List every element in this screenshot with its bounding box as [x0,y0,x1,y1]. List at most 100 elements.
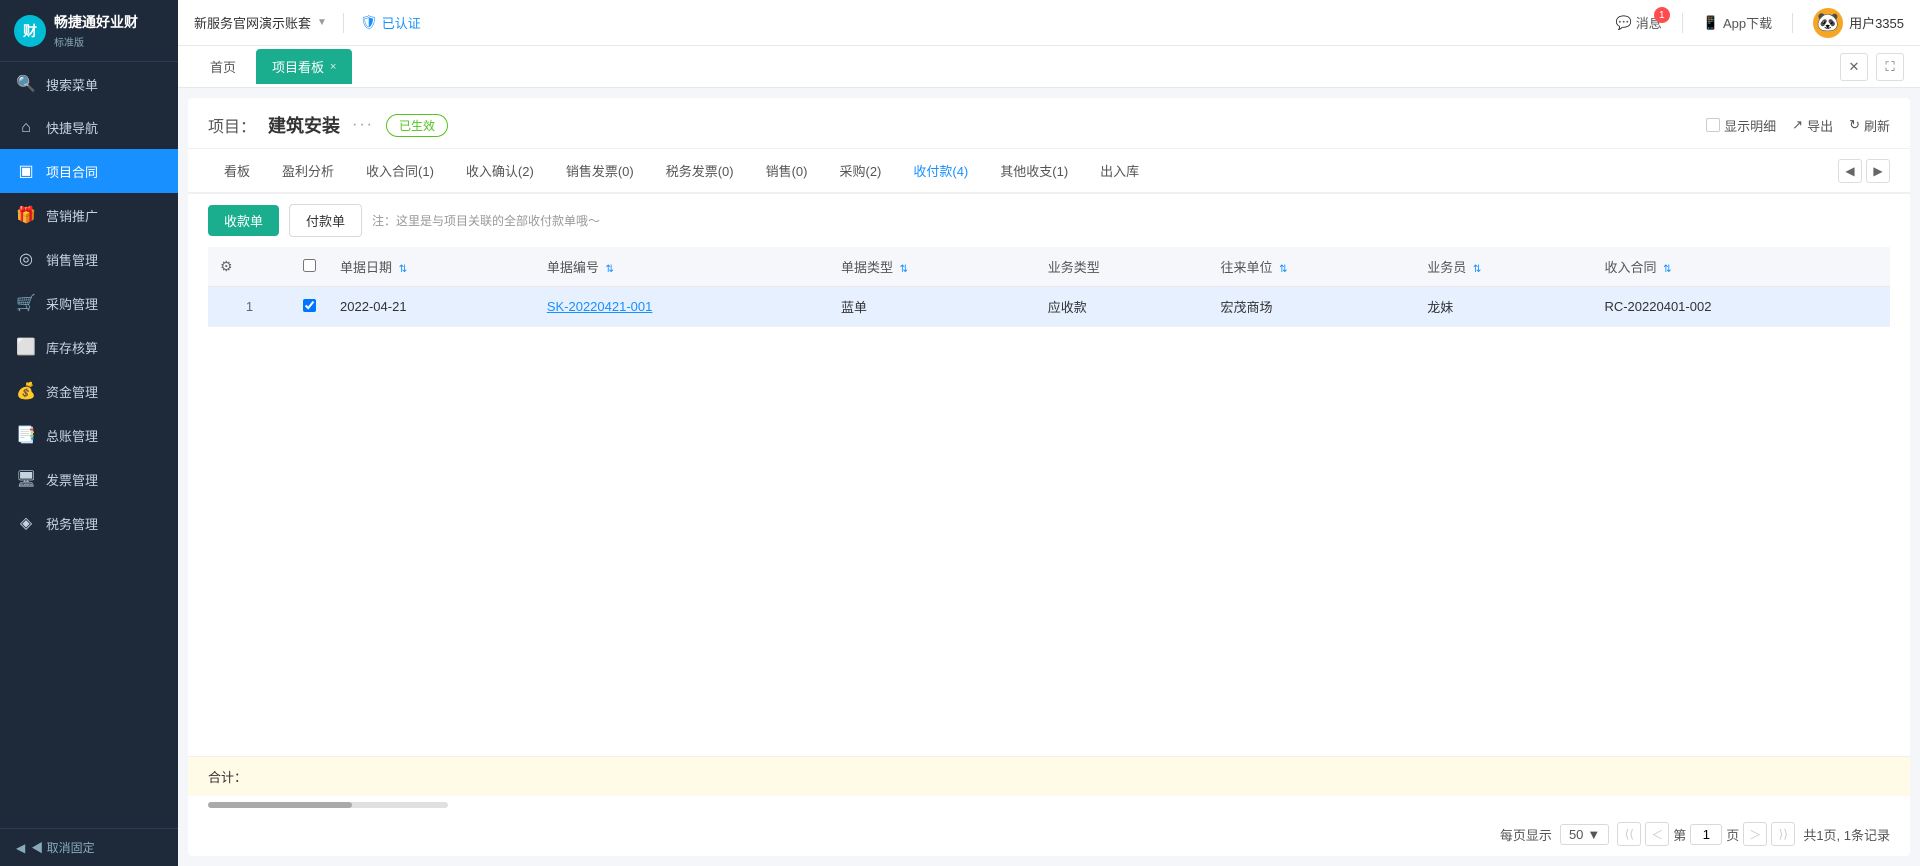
sort-icon-salesperson[interactable]: ⇅ [1473,264,1481,275]
column-settings-btn[interactable]: ⚙ [208,247,291,287]
page-size-select[interactable]: 50 ▼ [1560,824,1609,845]
subnav-income-confirm[interactable]: 收入确认(2) [450,149,550,192]
sidebar-item-purchase[interactable]: 🛒 采购管理 [0,281,178,325]
message-button[interactable]: 💬 消息 1 [1616,13,1662,32]
col-header-type: 单据类型 ⇅ [829,247,1036,287]
page-prev-btn[interactable]: ＜ [1645,822,1669,846]
sub-navigation: 看板 盈利分析 收入合同(1) 收入确认(2) 销售发票(0) 税务发票(0) … [188,149,1910,194]
export-button[interactable]: ↗ 导出 [1792,116,1833,135]
sort-icon-income-contract[interactable]: ⇅ [1663,264,1671,275]
project-status-badge: 已生效 [386,114,448,137]
project-more-button[interactable]: ··· [352,116,374,134]
unpin-icon: ◀ [16,841,25,855]
inventory-icon: ⬜ [16,337,36,357]
sidebar-item-inventory[interactable]: ⬜ 库存核算 [0,325,178,369]
message-badge: 1 [1654,7,1670,23]
user-menu[interactable]: 🐼 用户3355 [1813,8,1904,38]
page-size-value: 50 [1569,827,1583,842]
expand-window-button[interactable]: ⛶ [1876,53,1904,81]
select-all-checkbox[interactable] [303,259,316,272]
sort-icon-type[interactable]: ⇅ [900,264,908,275]
unpin-label: ◀ 取消固定 [31,839,94,856]
sidebar-item-search[interactable]: 🔍 搜索菜单 [0,62,178,106]
sidebar-item-label: 项目合同 [46,162,98,181]
receipt-btn[interactable]: 收款单 [208,205,279,236]
sidebar-item-label: 采购管理 [46,294,98,313]
show-detail-action[interactable]: 显示明细 [1706,116,1776,135]
sidebar-scroll: 🔍 搜索菜单 ⌂ 快捷导航 ▣ 项目合同 🎁 营销推广 ◎ 销售管理 🛒 采购管… [0,62,178,828]
page-next-btn[interactable]: ＞ [1743,822,1767,846]
subnav-tax-invoice[interactable]: 税务发票(0) [650,149,750,192]
content-area: 项目： 建筑安装 ··· 已生效 显示明细 ↗ 导出 ↻ 刷新 [188,98,1910,856]
subnav-sales[interactable]: 销售(0) [750,149,824,192]
record-link[interactable]: SK-20220421-001 [547,299,653,314]
tab-home[interactable]: 首页 [194,49,252,84]
scroll-thumb[interactable] [208,802,352,808]
app-logo-icon: 财 [14,15,46,47]
col-header-biz-type: 业务类型 [1036,247,1209,287]
refresh-button[interactable]: ↻ 刷新 [1849,116,1890,135]
export-icon: ↗ [1792,117,1803,133]
tab-close-icon[interactable]: × [330,61,336,73]
sidebar-item-label: 资金管理 [46,382,98,401]
page-last-btn[interactable]: ⟩⟩ [1771,822,1795,846]
show-detail-checkbox[interactable] [1706,118,1720,132]
subnav-other-expense[interactable]: 其他收支(1) [984,149,1084,192]
main-area: 新服务官网演示账套 ▼ 🛡 已认证 💬 消息 1 📱 App下载 🐼 用户335… [178,0,1920,866]
subnav-income-contract[interactable]: 收入合同(1) [350,149,450,192]
sidebar-item-project[interactable]: ▣ 项目合同 [0,149,178,193]
sidebar-item-capital[interactable]: 💰 资金管理 [0,369,178,413]
subnav-receipt[interactable]: 收付款(4) [897,149,984,194]
expand-icon: ⛶ [1885,59,1894,75]
subnav-sales-invoice[interactable]: 销售发票(0) [550,149,650,192]
page-first-btn[interactable]: ⟨⟨ [1617,822,1641,846]
tab-active-label: 项目看板 [272,57,324,76]
sort-icon-number[interactable]: ⇅ [605,264,613,275]
toolbar: 收款单 付款单 注：这里是与项目关联的全部收付款单哦～ [188,194,1910,247]
sort-icon-date[interactable]: ⇅ [399,264,407,275]
sort-icon-partner[interactable]: ⇅ [1279,264,1287,275]
invoice-icon: 🖥 [16,469,36,489]
close-icon: ✕ [1849,59,1860,75]
scroll-track[interactable] [208,802,448,808]
export-label: 导出 [1807,116,1833,135]
page-buttons: ⟨⟨ ＜ 第 页 ＞ ⟩⟩ [1617,822,1795,846]
account-dropdown-icon: ▼ [317,17,327,28]
subnav-inout[interactable]: 出入库 [1084,149,1155,192]
col-header-number: 单据编号 ⇅ [535,247,829,287]
subnav-right-btn[interactable]: ▶ [1866,159,1890,183]
chat-icon: 💬 [1616,15,1632,31]
sidebar-item-ledger[interactable]: 📑 总账管理 [0,413,178,457]
refresh-label: 刷新 [1864,116,1890,135]
sidebar-item-invoice[interactable]: 🖥 发票管理 [0,457,178,501]
page-size-label: 每页显示 [1500,825,1552,844]
payment-btn[interactable]: 付款单 [289,204,362,237]
cert-status: 🛡 已认证 [360,13,421,32]
topbar-divider-3 [1792,13,1793,33]
subnav-profit[interactable]: 盈利分析 [266,149,350,192]
subnav-kanban[interactable]: 看板 [208,149,266,192]
cell-biz-type: 应收款 [1036,287,1209,327]
sidebar-item-tax[interactable]: ◈ 税务管理 [0,501,178,545]
sidebar-item-quicknav[interactable]: ⌂ 快捷导航 [0,106,178,149]
row-checkbox[interactable] [303,299,316,312]
account-selector[interactable]: 新服务官网演示账套 ▼ [194,13,327,32]
page-number-input[interactable] [1690,824,1722,845]
topbar-divider-1 [343,13,344,33]
table-row: 1 2022-04-21 SK-20220421-001 蓝单 [208,287,1890,327]
sidebar-item-sales[interactable]: ◎ 销售管理 [0,237,178,281]
tab-project-kanban[interactable]: 项目看板 × [256,49,352,84]
sidebar-unpin[interactable]: ◀ ◀ 取消固定 [0,828,178,866]
subnav-purchase[interactable]: 采购(2) [823,149,897,192]
project-label-prefix: 项目： [208,113,256,137]
show-detail-label: 显示明细 [1724,116,1776,135]
app-download-button[interactable]: 📱 App下载 [1703,13,1772,32]
search-icon: 🔍 [16,74,36,94]
close-window-button[interactable]: ✕ [1840,53,1868,81]
sidebar-item-label: 营销推广 [46,206,98,225]
sidebar-item-marketing[interactable]: 🎁 营销推广 [0,193,178,237]
subnav-left-btn[interactable]: ◀ [1838,159,1862,183]
project-header: 项目： 建筑安装 ··· 已生效 显示明细 ↗ 导出 ↻ 刷新 [188,98,1910,149]
cell-checkbox [291,287,328,327]
app-download-label: App下载 [1723,13,1772,32]
